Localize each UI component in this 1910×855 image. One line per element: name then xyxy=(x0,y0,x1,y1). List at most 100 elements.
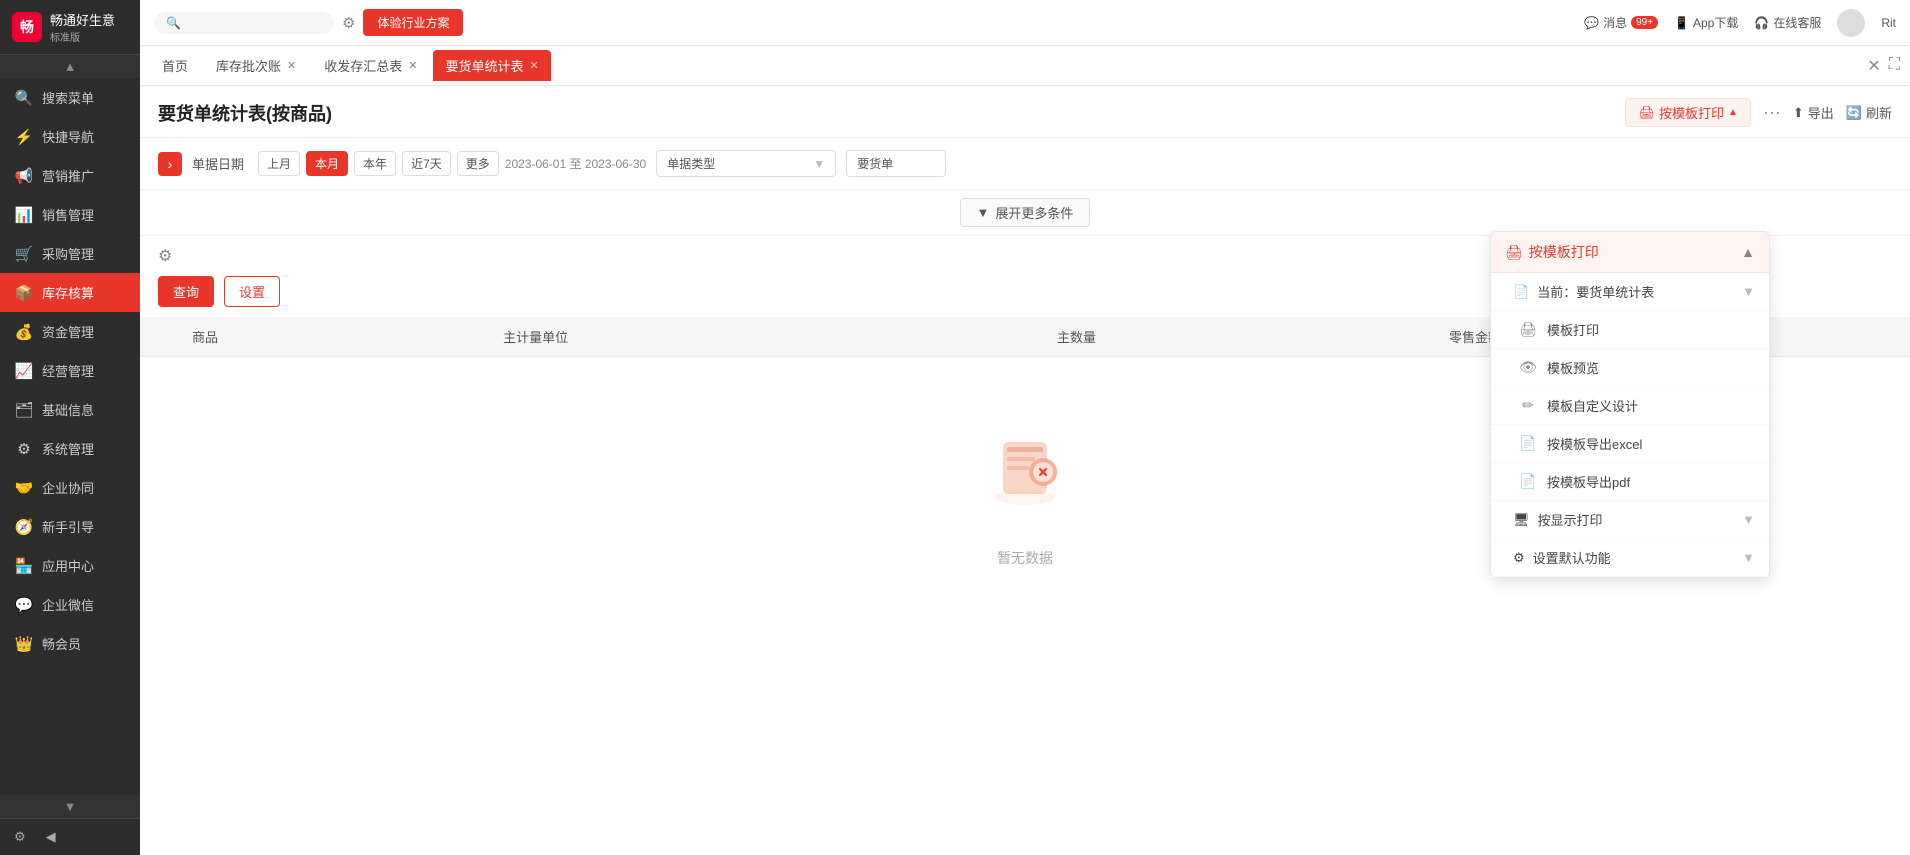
logo-icon: 畅 xyxy=(12,12,42,42)
sidebar-item-guide[interactable]: 🧭 新手引导 xyxy=(0,507,140,546)
sidebar-item-operation[interactable]: 📈 经营管理 xyxy=(0,351,140,390)
collab-icon: 🤝 xyxy=(14,479,34,497)
refresh-icon: 🔄 xyxy=(1846,105,1862,121)
window-close-icon[interactable]: ✕ xyxy=(1867,56,1880,76)
sidebar-purchase-label: 采购管理 xyxy=(42,244,94,263)
sidebar-item-basic[interactable]: 🗂 基础信息 xyxy=(0,390,140,429)
tab-order[interactable]: 要货单统计表 ✕ xyxy=(433,50,550,81)
sidebar-item-system[interactable]: ⚙ 系统管理 xyxy=(0,429,140,468)
template-print-label: 模板打印 xyxy=(1547,320,1599,339)
tab-summary[interactable]: 收发存汇总表 ✕ xyxy=(312,50,429,81)
dropdown-export-pdf[interactable]: 📄 按模板导出pdf xyxy=(1491,463,1769,501)
app-download-item[interactable]: 📱 App下载 xyxy=(1674,14,1738,31)
dropdown-export-excel[interactable]: 📄 按模板导出excel xyxy=(1491,425,1769,463)
window-controls: ✕ ⛶ xyxy=(1867,56,1900,76)
trial-button[interactable]: 体验行业方案 xyxy=(363,9,463,36)
settings-icon[interactable]: ⚙ xyxy=(14,829,26,845)
type-select-label: 单据类型 xyxy=(667,155,715,172)
appstore-icon: 🏪 xyxy=(14,557,34,575)
table-settings-icon[interactable]: ⚙ xyxy=(158,246,172,266)
tab-summary-close[interactable]: ✕ xyxy=(408,59,417,72)
col-checkbox xyxy=(140,317,180,357)
user-avatar[interactable] xyxy=(1837,9,1865,37)
member-icon: 👑 xyxy=(14,635,34,653)
message-item[interactable]: 💬 消息 99+ xyxy=(1584,14,1658,31)
dropdown-current-template[interactable]: 📄 当前：要货单统计表 ▼ xyxy=(1491,273,1769,311)
filter-expand-btn[interactable]: › xyxy=(158,152,182,176)
export-label: 导出 xyxy=(1808,103,1834,122)
tab-batch[interactable]: 库存批次账 ✕ xyxy=(204,50,308,81)
dropdown-template-preview[interactable]: 👁 模板预览 xyxy=(1491,349,1769,387)
page-title: 要货单统计表(按商品) xyxy=(158,100,332,126)
date-btn-more[interactable]: 更多 xyxy=(457,151,499,176)
online-service-item[interactable]: 🎧 在线客服 xyxy=(1754,14,1821,31)
topbar-search-box[interactable]: 🔍 xyxy=(154,12,334,34)
dropdown-template-print[interactable]: 🖨 模板打印 xyxy=(1491,311,1769,349)
sidebar-scroll-down[interactable]: ▼ xyxy=(0,795,140,818)
sidebar-item-inventory[interactable]: 📦 库存核算 xyxy=(0,273,140,312)
dropdown-template-design[interactable]: ✏ 模板自定义设计 xyxy=(1491,387,1769,425)
expand-more-row: ▼ 展开更多条件 xyxy=(140,190,1910,236)
date-btn-this-month[interactable]: 本月 xyxy=(306,151,348,176)
tab-batch-label: 库存批次账 xyxy=(216,56,281,75)
sidebar-item-quick[interactable]: ⚡ 快捷导航 xyxy=(0,117,140,156)
current-template-chevron: ▼ xyxy=(1742,284,1755,299)
user-name: Rit xyxy=(1881,16,1896,30)
sidebar-item-member[interactable]: 👑 畅会员 xyxy=(0,624,140,663)
query-btn[interactable]: 查询 xyxy=(158,276,214,307)
action-dots-icon[interactable]: ··· xyxy=(1763,102,1781,123)
collapse-icon[interactable]: ◀ xyxy=(46,829,56,845)
sidebar-quick-label: 快捷导航 xyxy=(42,127,94,146)
current-template-icon: 📄 xyxy=(1513,284,1529,300)
system-icon: ⚙ xyxy=(14,440,34,458)
sidebar-item-marketing[interactable]: 📢 营销推广 xyxy=(0,156,140,195)
dropdown-printer-icon: 🖨 xyxy=(1505,244,1523,261)
sidebar-item-search[interactable]: 🔍 搜索菜单 xyxy=(0,78,140,117)
tab-home[interactable]: 首页 xyxy=(150,50,200,81)
window-maximize-icon[interactable]: ⛶ xyxy=(1889,56,1900,76)
sidebar-item-collab[interactable]: 🤝 企业协同 xyxy=(0,468,140,507)
col-unit: 主计量单位 xyxy=(491,317,1045,357)
date-btn-this-year[interactable]: 本年 xyxy=(354,151,396,176)
export-excel-icon: 📄 xyxy=(1519,435,1537,452)
refresh-label: 刷新 xyxy=(1866,103,1892,122)
dropdown-chevron-up[interactable]: ▲ xyxy=(1741,244,1755,260)
cargo-select[interactable]: 要货单 xyxy=(846,150,946,177)
refresh-btn[interactable]: 🔄 刷新 xyxy=(1846,103,1892,122)
message-label: 消息 xyxy=(1603,14,1627,31)
sidebar-item-appstore[interactable]: 🏪 应用中心 xyxy=(0,546,140,585)
export-pdf-label: 按模板导出pdf xyxy=(1547,472,1630,491)
date-btn-last-month[interactable]: 上月 xyxy=(258,151,300,176)
dropdown-default-func[interactable]: ⚙ 设置默认功能 ▼ xyxy=(1491,539,1769,577)
expand-more-btn[interactable]: ▼ 展开更多条件 xyxy=(960,198,1091,227)
topbar: 🔍 ⚙ 体验行业方案 💬 消息 99+ 📱 App下载 🎧 在线客服 Rit xyxy=(140,0,1910,46)
wechat-icon: 💬 xyxy=(14,596,34,614)
sidebar-bottom: ⚙ ◀ xyxy=(0,818,140,855)
logo-title: 畅通好生意 xyxy=(50,10,115,29)
sidebar-wechat-label: 企业微信 xyxy=(42,595,94,614)
sidebar-item-sales[interactable]: 📊 销售管理 xyxy=(0,195,140,234)
purchase-icon: 🛒 xyxy=(14,245,34,263)
sidebar-scroll-up[interactable]: ▲ xyxy=(0,55,140,78)
export-btn[interactable]: ⬆ 导出 xyxy=(1793,103,1834,122)
default-func-icon: ⚙ xyxy=(1513,550,1525,566)
type-select[interactable]: 单据类型 ▼ xyxy=(656,150,836,177)
guide-icon: 🧭 xyxy=(14,518,34,536)
quick-icon: ⚡ xyxy=(14,128,34,146)
print-template-btn[interactable]: 🖨 按模板打印 ▲ xyxy=(1625,98,1750,127)
tab-order-close[interactable]: ✕ xyxy=(530,59,539,72)
tab-batch-close[interactable]: ✕ xyxy=(287,59,296,72)
sidebar-item-wechat[interactable]: 💬 企业微信 xyxy=(0,585,140,624)
dropdown-display-print[interactable]: 🖥 按显示打印 ▼ xyxy=(1491,501,1769,539)
topbar-gear-icon[interactable]: ⚙ xyxy=(342,14,355,32)
date-btn-7days[interactable]: 近7天 xyxy=(402,151,451,176)
display-print-icon: 🖥 xyxy=(1513,512,1530,528)
headset-icon: 🎧 xyxy=(1754,16,1769,30)
sidebar-basic-label: 基础信息 xyxy=(42,400,94,419)
display-print-label: 按显示打印 xyxy=(1538,510,1603,529)
dropdown-title: 按模板打印 xyxy=(1529,242,1599,262)
tab-home-label: 首页 xyxy=(162,56,188,75)
sidebar-item-purchase[interactable]: 🛒 采购管理 xyxy=(0,234,140,273)
sidebar-item-finance[interactable]: 💰 资金管理 xyxy=(0,312,140,351)
settings-btn[interactable]: 设置 xyxy=(224,276,280,307)
